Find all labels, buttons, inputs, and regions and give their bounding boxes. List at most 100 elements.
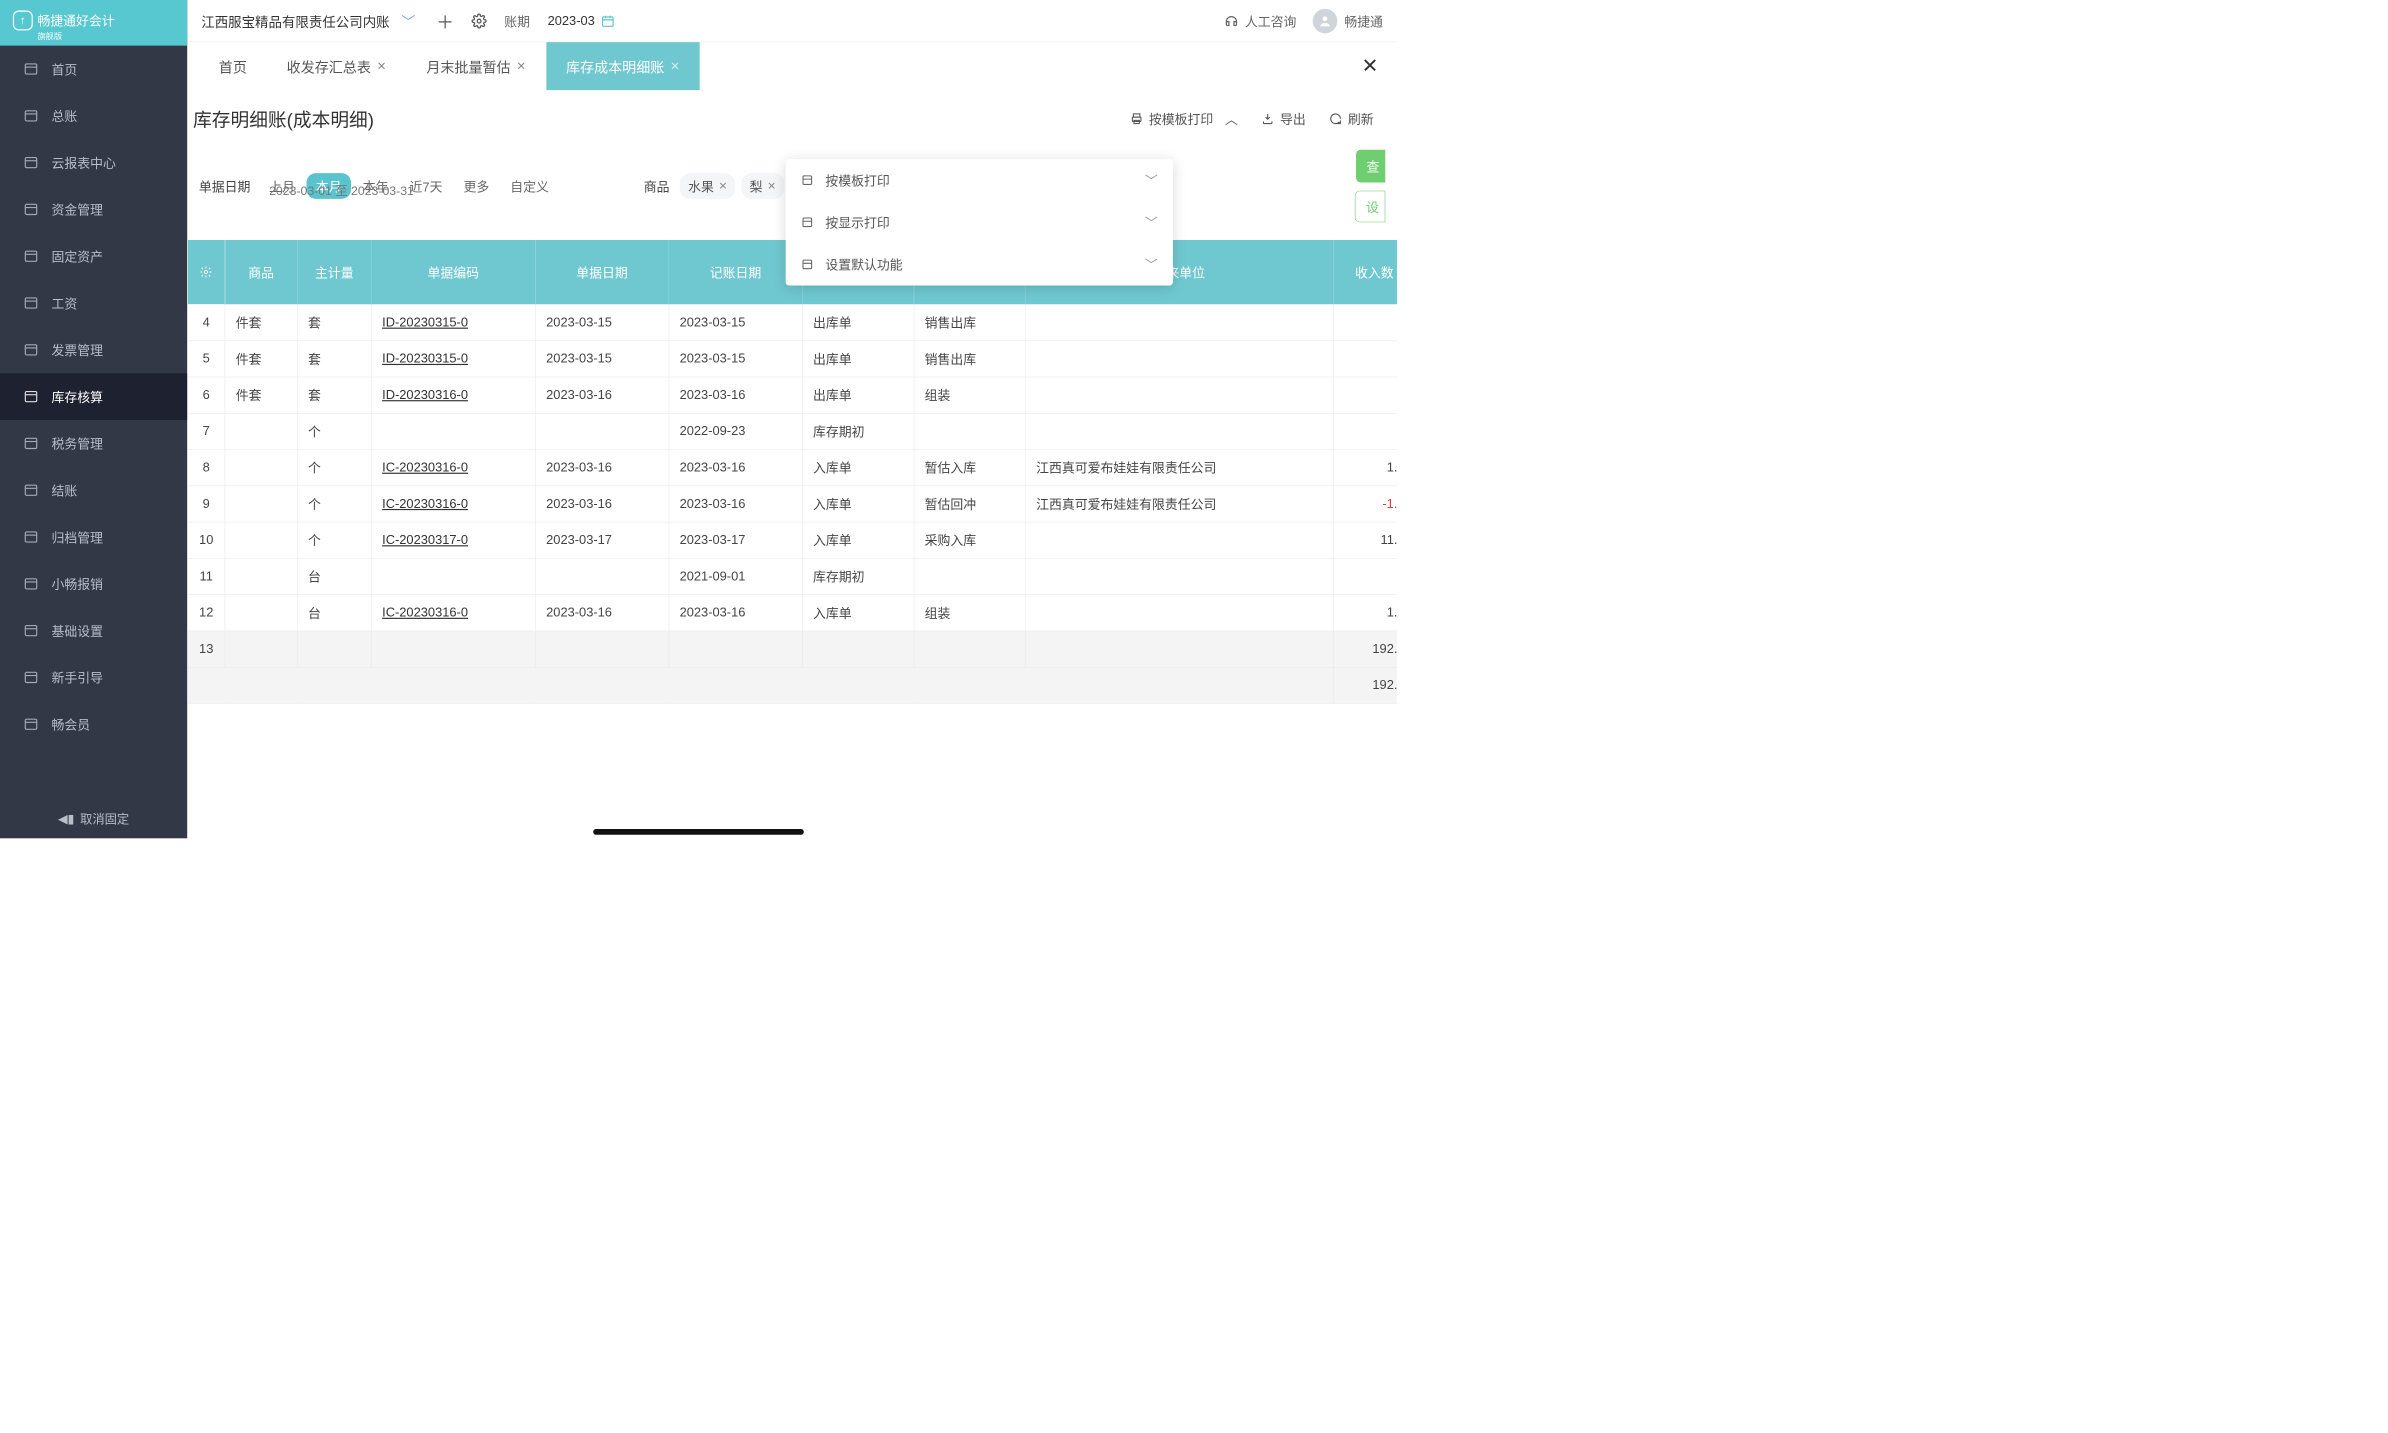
chevron-up-icon: ︿ (1225, 109, 1238, 128)
tab-3[interactable]: 库存成本明细账✕ (546, 42, 700, 90)
sidebar-item-12[interactable]: 基础设置 (0, 607, 187, 654)
user-menu[interactable]: 畅捷通 (1313, 8, 1383, 33)
cell-dtype: 出库单 (802, 304, 914, 340)
close-icon[interactable]: ✕ (670, 59, 680, 74)
calendar-icon (601, 14, 615, 28)
cell-dtype: 入库单 (802, 449, 914, 485)
table-row: 12台IC-20230316-02023-03-162023-03-16入库单组… (187, 594, 1396, 630)
cell-code[interactable]: ID-20230316-0 (371, 377, 535, 413)
tab-1[interactable]: 收发存汇总表✕ (267, 42, 407, 90)
cell-code[interactable]: IC-20230316-0 (371, 486, 535, 522)
cell-bdate (669, 631, 802, 667)
sidebar-item-9[interactable]: 结账 (0, 467, 187, 514)
chevron-down-icon: ﹀ (401, 11, 415, 31)
cell-ddate (535, 631, 668, 667)
col-header: 商品 (225, 240, 297, 304)
cell-btype (914, 558, 1026, 594)
table-row: 6件套套ID-20230316-02023-03-162023-03-16出库单… (187, 377, 1396, 413)
cell-idx: 6 (187, 377, 224, 413)
sidebar-item-13[interactable]: 新手引导 (0, 654, 187, 701)
tab-0[interactable]: 首页 (199, 42, 267, 90)
date-label: 单据日期 (199, 177, 250, 196)
dropdown-item-1[interactable]: 按显示打印 ﹀ (786, 201, 1173, 243)
close-icon[interactable]: ✕ (377, 59, 387, 74)
sidebar-item-3[interactable]: 资金管理 (0, 186, 187, 233)
cell-bdate: 2023-03-17 (669, 522, 802, 558)
cell-code[interactable]: ID-20230315-0 (371, 340, 535, 376)
close-all-tabs[interactable]: ✕ (1355, 54, 1386, 77)
sidebar-item-6[interactable]: 发票管理 (0, 326, 187, 373)
sidebar-item-0[interactable]: 首页 (0, 46, 187, 93)
cell-btype: 暂估入库 (914, 449, 1026, 485)
col-header: 主计量 (297, 240, 371, 304)
close-icon[interactable]: ✕ (516, 59, 526, 74)
product-tag[interactable]: 梨✕ (741, 173, 784, 199)
period-picker[interactable]: 2023-03 (548, 13, 615, 28)
product-tag[interactable]: 水果✕ (680, 173, 736, 199)
cell-party (1025, 377, 1333, 413)
dropdown-item-2[interactable]: 设置默认功能 ﹀ (786, 243, 1173, 285)
cell-idx: 10 (187, 522, 224, 558)
table-row: 7个2022-09-23库存期初 (187, 413, 1396, 449)
cell-code (371, 558, 535, 594)
sidebar-unpin[interactable]: ◀▮ 取消固定 (0, 800, 187, 839)
tabbar: 首页收发存汇总表✕月末批量暂估✕库存成本明细账✕ ✕ (187, 42, 1397, 90)
sidebar-item-10[interactable]: 归档管理 (0, 514, 187, 561)
table-row: 8个IC-20230316-02023-03-162023-03-16入库单暂估… (187, 449, 1396, 485)
cell-ddate (535, 558, 668, 594)
chevron-down-icon: ﹀ (1145, 255, 1158, 274)
close-icon[interactable]: ✕ (719, 180, 728, 192)
cell-code[interactable]: ID-20230315-0 (371, 304, 535, 340)
sidebar-item-8[interactable]: 税务管理 (0, 420, 187, 467)
headset-icon[interactable]: 人工咨询 (1224, 11, 1297, 30)
cell-prod (225, 558, 297, 594)
cell-btype (914, 413, 1026, 449)
cell-dtype: 入库单 (802, 522, 914, 558)
cell-btype (914, 631, 1026, 667)
printer-icon (1130, 112, 1143, 125)
col-header: 收入数 (1333, 240, 1397, 304)
export-icon (1261, 112, 1274, 125)
setting-button[interactable]: 设 (1355, 191, 1385, 223)
sidebar-item-2[interactable]: 云报表中心 (0, 139, 187, 186)
cell-code[interactable]: IC-20230316-0 (371, 449, 535, 485)
sidebar-item-7[interactable]: 库存核算 (0, 373, 187, 420)
gear-icon[interactable] (200, 265, 213, 278)
gear-icon[interactable] (472, 13, 487, 28)
cell-qty (1333, 413, 1397, 449)
cell-unit: 个 (297, 486, 371, 522)
query-button[interactable]: 查 (1356, 150, 1385, 183)
cell-idx: 7 (187, 413, 224, 449)
cell-qty (1333, 377, 1397, 413)
sidebar-item-1[interactable]: 总账 (0, 92, 187, 139)
table-row: 4件套套ID-20230315-02023-03-152023-03-15出库单… (187, 304, 1396, 340)
col-header: 单据编码 (371, 240, 535, 304)
nav-icon-6 (23, 342, 38, 357)
cell-qty (1333, 558, 1397, 594)
data-table: 商品主计量单据编码单据日期记账日期单据类型业务类型往来单位收入数 4件套套ID-… (187, 240, 1397, 838)
refresh-button[interactable]: 刷新 (1329, 109, 1373, 128)
table-row: 5件套套ID-20230315-02023-03-152023-03-15出库单… (187, 340, 1396, 376)
print-by-template-button[interactable]: 按模板打印 ︿ (1130, 109, 1238, 128)
brand-logo: 畅捷通好会计 旗舰版 (0, 0, 187, 46)
close-icon[interactable]: ✕ (767, 180, 776, 192)
sidebar-item-14[interactable]: 畅会员 (0, 701, 187, 748)
company-selector[interactable]: 江西服宝精品有限责任公司内账 ﹀ (201, 11, 415, 31)
cell-bdate: 2023-03-16 (669, 449, 802, 485)
cell-dtype: 入库单 (802, 486, 914, 522)
dropdown-item-0[interactable]: 按模板打印 ﹀ (786, 159, 1173, 201)
cell-btype: 销售出库 (914, 304, 1026, 340)
export-button[interactable]: 导出 (1261, 109, 1305, 128)
cell-party (1025, 594, 1333, 630)
cell-party (1025, 558, 1333, 594)
cell-code[interactable]: IC-20230316-0 (371, 594, 535, 630)
cell-prod (225, 522, 297, 558)
sidebar-item-11[interactable]: 小畅报销 (0, 560, 187, 607)
plus-icon[interactable]: ＋ (436, 8, 454, 34)
col-header: 记账日期 (669, 240, 802, 304)
sidebar-item-4[interactable]: 固定资产 (0, 233, 187, 280)
cell-code[interactable]: IC-20230317-0 (371, 522, 535, 558)
cell-qty: 11.0 (1333, 522, 1397, 558)
sidebar-item-5[interactable]: 工资 (0, 280, 187, 327)
tab-2[interactable]: 月末批量暂估✕ (406, 42, 546, 90)
